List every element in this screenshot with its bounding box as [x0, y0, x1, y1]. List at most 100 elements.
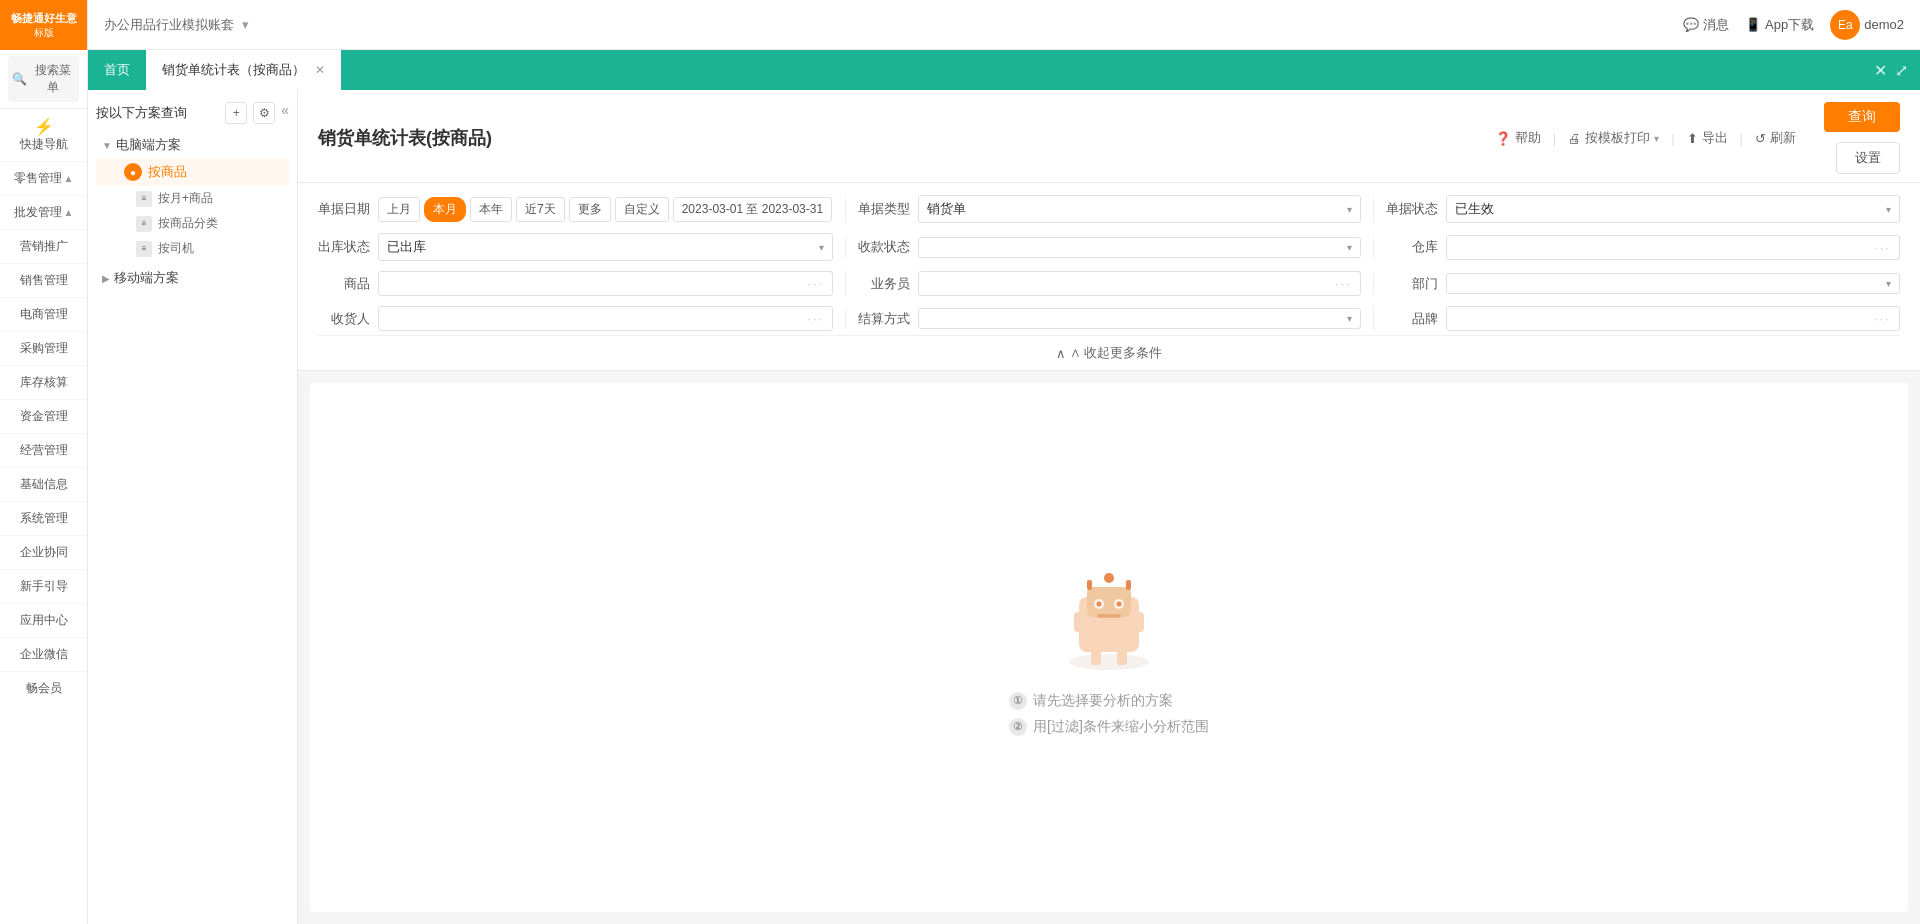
- sidebar-item-ecommerce[interactable]: 电商管理: [0, 298, 87, 332]
- sidebar-item-basic-info[interactable]: 基础信息: [0, 468, 87, 502]
- receipt-status-select[interactable]: ▾: [918, 237, 1360, 258]
- scheme-active-icon: ●: [124, 163, 142, 181]
- scheme-sub-item-by-category[interactable]: ≡ 按商品分类: [96, 211, 289, 236]
- help-button[interactable]: ❓ 帮助: [1495, 129, 1541, 147]
- out-status-arrow-icon: ▾: [819, 242, 824, 253]
- query-button[interactable]: 查询: [1824, 102, 1900, 132]
- right-panel: 销货单统计表(按商品) ❓ 帮助 | 🖨 按模板打印 ▾ | ⬆: [298, 90, 1920, 924]
- out-status-select[interactable]: 已出库 ▾: [378, 233, 833, 261]
- doc-status-select[interactable]: 已生效 ▾: [1446, 195, 1900, 223]
- add-scheme-button[interactable]: +: [225, 102, 247, 124]
- this-year-button[interactable]: 本年: [470, 197, 512, 222]
- print-dropdown-icon: ▾: [1654, 133, 1659, 144]
- sidebar-item-purchase[interactable]: 采购管理: [0, 332, 87, 366]
- more-button[interactable]: 更多: [569, 197, 611, 222]
- warehouse-cell: 仓库 ···: [1373, 235, 1900, 260]
- refresh-button[interactable]: ↺ 刷新: [1755, 129, 1796, 147]
- scheme-item-by-product[interactable]: ● 按商品: [96, 158, 289, 186]
- sidebar-item-sales[interactable]: 销售管理: [0, 264, 87, 298]
- quick-nav-item[interactable]: ⚡ 快捷导航: [0, 109, 87, 162]
- add-icon: +: [233, 106, 240, 120]
- user-menu[interactable]: Ea demo2: [1830, 10, 1904, 40]
- sales-label: 销售管理: [20, 273, 68, 287]
- tab-home[interactable]: 首页: [88, 50, 146, 90]
- warehouse-label: 仓库: [1386, 238, 1446, 256]
- scheme-sub-item-by-month-product[interactable]: ≡ 按月+商品: [96, 186, 289, 211]
- sidebar-item-corp-wechat[interactable]: 企业微信: [0, 638, 87, 672]
- doc-status-cell: 单据状态 已生效 ▾: [1373, 195, 1900, 223]
- product-label: 商品: [318, 275, 378, 293]
- last-month-button[interactable]: 上月: [378, 197, 420, 222]
- sidebar-item-retail[interactable]: 零售管理 ▲: [0, 162, 87, 196]
- settings-scheme-button[interactable]: ⚙: [253, 102, 275, 124]
- consignee-input[interactable]: ···: [378, 306, 833, 331]
- user-avatar: Ea: [1830, 10, 1860, 40]
- sidebar-item-corp-collab[interactable]: 企业协同: [0, 536, 87, 570]
- tip-text-2: 用[过滤]条件来缩小分析范围: [1033, 718, 1209, 736]
- settings-icon: ⚙: [259, 106, 270, 120]
- out-status-cell: 出库状态 已出库 ▾: [318, 233, 845, 261]
- scheme-by-cashier-label: 按司机: [158, 240, 194, 257]
- collapse-icon-up: ∧: [1056, 346, 1066, 361]
- last-7-days-button[interactable]: 近7天: [516, 197, 565, 222]
- sidebar-item-operations[interactable]: 经营管理: [0, 434, 87, 468]
- tab-close-icon[interactable]: ✕: [315, 63, 325, 77]
- sidebar-item-app-center[interactable]: 应用中心: [0, 604, 87, 638]
- custom-button[interactable]: 自定义: [615, 197, 669, 222]
- brand-input[interactable]: ···: [1446, 306, 1900, 331]
- tab-window-buttons: ✕ ⤢: [1874, 61, 1920, 80]
- message-button[interactable]: 💬 消息: [1683, 16, 1729, 34]
- settle-method-select[interactable]: ▾: [918, 308, 1360, 329]
- pc-scheme-group-label: 电脑端方案: [116, 136, 181, 154]
- pc-scheme-group-header[interactable]: ▼ 电脑端方案: [96, 132, 289, 158]
- brand-dots: ···: [1874, 311, 1891, 326]
- search-menu-button[interactable]: 🔍 搜索菜单: [8, 56, 79, 102]
- product-input[interactable]: ···: [378, 271, 833, 296]
- settle-method-arrow-icon: ▾: [1347, 313, 1352, 324]
- brand-cell: 品牌 ···: [1373, 306, 1900, 331]
- receipt-status-arrow-icon: ▾: [1347, 242, 1352, 253]
- warehouse-input[interactable]: ···: [1446, 235, 1900, 260]
- left-panel-header: 按以下方案查询 + ⚙ «: [96, 102, 289, 124]
- tab-sales-stats[interactable]: 销货单统计表（按商品） ✕: [146, 50, 341, 90]
- settings-button[interactable]: 设置: [1836, 142, 1900, 174]
- app-download-button[interactable]: 📱 App下载: [1745, 16, 1814, 34]
- sidebar-search[interactable]: 🔍 搜索菜单: [0, 50, 87, 109]
- doc-type-select[interactable]: 销货单 ▾: [918, 195, 1360, 223]
- export-button[interactable]: ⬆ 导出: [1687, 129, 1728, 147]
- sidebar-item-marketing[interactable]: 营销推广: [0, 230, 87, 264]
- out-status-value: 已出库: [387, 238, 815, 256]
- inventory-label: 库存核算: [20, 375, 68, 389]
- dept-select[interactable]: ▾: [1446, 273, 1900, 294]
- receipt-status-label: 收款状态: [858, 238, 918, 256]
- sidebar-item-vip[interactable]: 畅会员: [0, 672, 87, 705]
- quick-nav-label: 快捷导航: [6, 136, 81, 153]
- salesperson-input[interactable]: ···: [918, 271, 1360, 296]
- sidebar-item-inventory[interactable]: 库存核算: [0, 366, 87, 400]
- app-download-label: App下载: [1765, 16, 1814, 34]
- collapse-more-button[interactable]: ∧ ∧ 收起更多条件: [318, 335, 1900, 370]
- mobile-scheme-group-header[interactable]: ▶ 移动端方案: [96, 265, 289, 291]
- sidebar-item-system[interactable]: 系统管理: [0, 502, 87, 536]
- out-status-label: 出库状态: [318, 238, 378, 256]
- scheme-sub-item-by-cashier[interactable]: ≡ 按司机: [96, 236, 289, 261]
- sidebar-item-wholesale[interactable]: 批发管理 ▲: [0, 196, 87, 230]
- salesperson-label: 业务员: [858, 275, 918, 293]
- doc-status-label: 单据状态: [1386, 200, 1446, 218]
- logo-text: 畅捷通好生意: [11, 12, 77, 24]
- template-print-button[interactable]: 🖨 按模板打印 ▾: [1568, 129, 1659, 147]
- app-logo[interactable]: 畅捷通好生意 标版: [0, 0, 87, 50]
- sidebar-item-new-guide[interactable]: 新手引导: [0, 570, 87, 604]
- expand-arrow-icon: ▼: [102, 140, 112, 151]
- tab-maximize-button[interactable]: ⤢: [1895, 61, 1908, 80]
- this-month-button[interactable]: 本月: [424, 197, 466, 222]
- breadcrumb-dropdown-icon[interactable]: ▾: [242, 17, 249, 32]
- consignee-dots: ···: [807, 311, 824, 326]
- tab-sales-stats-label: 销货单统计表（按商品）: [162, 61, 305, 79]
- date-range-input[interactable]: 2023-03-01 至 2023-03-31: [673, 197, 832, 222]
- sidebar-item-finance[interactable]: 资金管理: [0, 400, 87, 434]
- collapse-panel-button[interactable]: «: [281, 102, 289, 124]
- scheme-by-category-label: 按商品分类: [158, 215, 218, 232]
- tab-close-window-button[interactable]: ✕: [1874, 61, 1887, 80]
- empty-state: ① 请先选择要分析的方案 ② 用[过滤]条件来缩小分析范围: [310, 383, 1908, 912]
